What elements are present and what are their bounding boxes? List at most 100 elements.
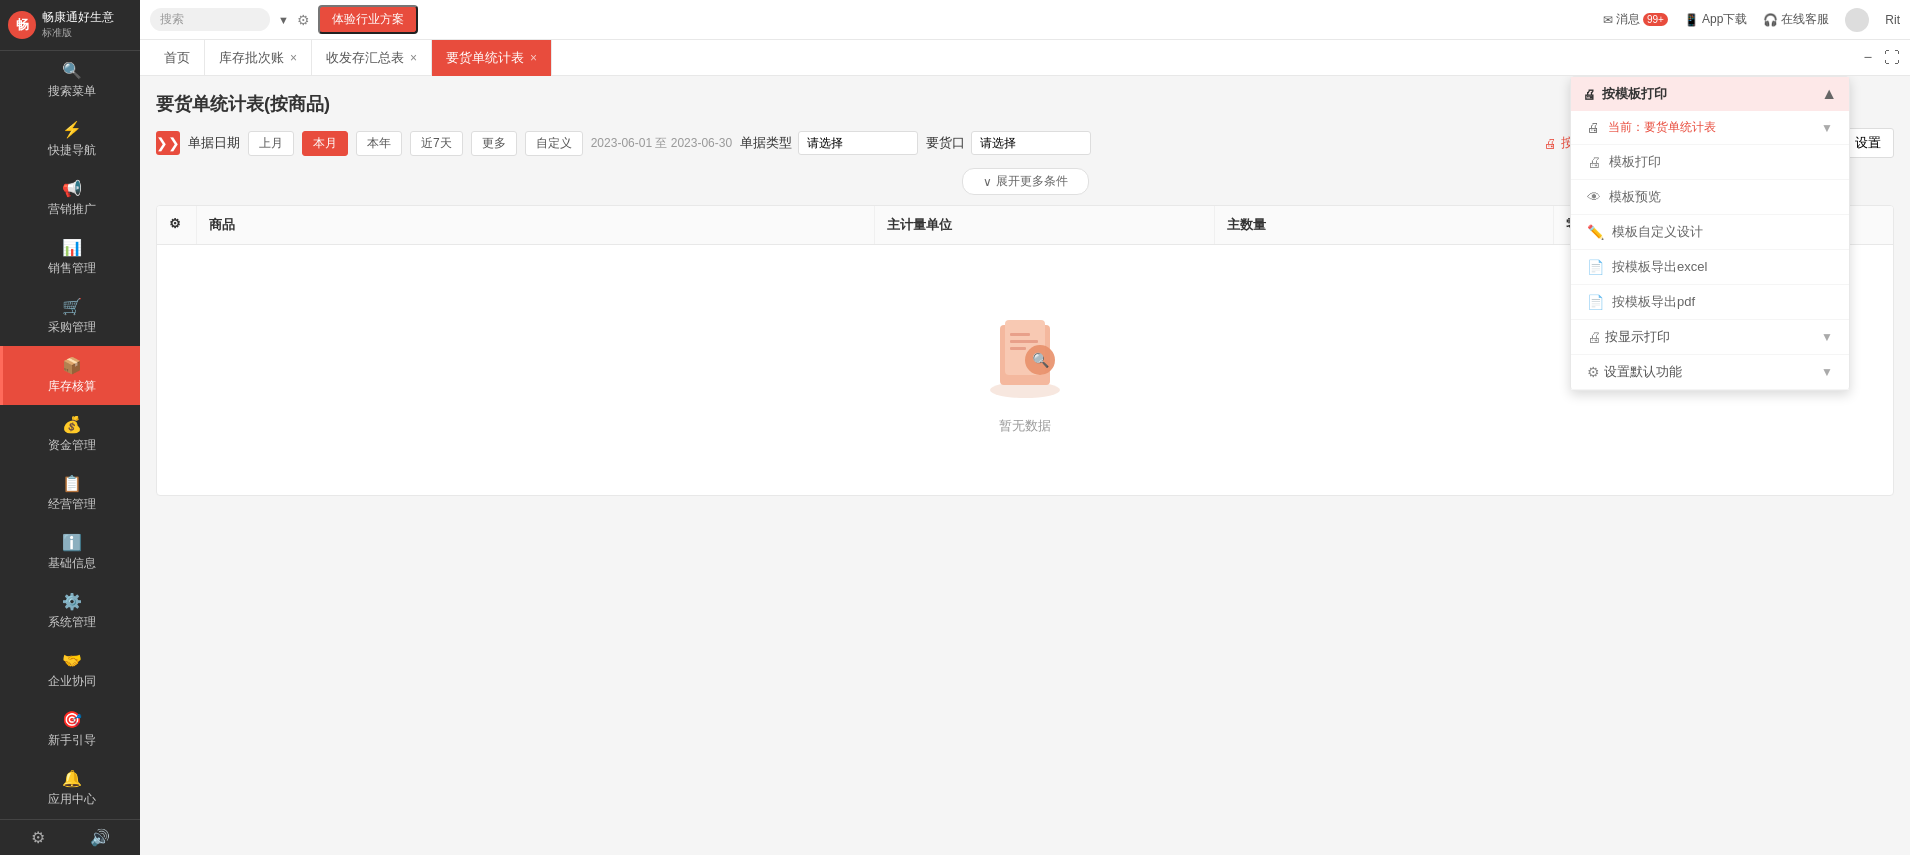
basic-icon: ℹ️: [62, 533, 82, 552]
topbar-search-display: 搜索: [150, 8, 270, 31]
tab-home[interactable]: 首页: [150, 40, 205, 76]
date-range-display: 2023-06-01 至 2023-06-30: [591, 135, 732, 152]
sales-icon: 📊: [62, 238, 82, 257]
dropdown-title: 按模板打印: [1602, 85, 1667, 103]
guide-icon: 🎯: [62, 710, 82, 729]
tab-minimize-btn[interactable]: －: [1860, 47, 1876, 68]
empty-svg: 🔍: [975, 305, 1075, 405]
filter-section: 单据日期 上月 本月 本年 近7天 更多 自定义 2023-06-01 至 20…: [188, 131, 1091, 156]
content: 要货单统计表(按商品) ❯❯ 单据日期 上月 本月 本年 近7天 更多 自定义 …: [140, 76, 1910, 855]
tab-batch-account-close[interactable]: ×: [290, 51, 297, 65]
tabbar: 首页 库存批次账 × 收发存汇总表 × 要货单统计表 × － ⛶: [140, 40, 1910, 76]
export-excel-icon: 📄: [1587, 259, 1604, 275]
expand-conditions-btn[interactable]: ∨ 展开更多条件: [962, 168, 1089, 195]
app-version: 标准版: [42, 26, 114, 40]
tab-batch-account[interactable]: 库存批次账 ×: [205, 40, 312, 76]
dropdown-template-design[interactable]: ✏️ 模板自定义设计: [1571, 215, 1849, 250]
tab-order-stats[interactable]: 要货单统计表 ×: [432, 40, 552, 76]
message-icon: ✉: [1603, 13, 1613, 27]
sidebar-item-basic[interactable]: ℹ️ 基础信息: [0, 523, 140, 582]
app-name: 畅康通好生意: [42, 10, 114, 26]
sidebar-item-marketing[interactable]: 📢 营销推广: [0, 169, 140, 228]
dropdown-template-preview[interactable]: 👁 模板预览: [1571, 180, 1849, 215]
print-dropdown-menu: 🖨 按模板打印 ▲ 🖨 当前：要货单统计表 ▼ 🖨 模板打印: [1570, 76, 1850, 391]
order-type-label: 要货口: [926, 134, 965, 152]
current-icon: 🖨: [1587, 120, 1600, 135]
col-unit: 主计量单位: [875, 206, 1214, 244]
dropdown-export-excel[interactable]: 📄 按模板导出excel: [1571, 250, 1849, 285]
topbar: 搜索 ▼ ⚙ 体验行业方案 ✉ 消息 99+ 📱 App下载 🎧 在线客服 Ri…: [140, 0, 1910, 40]
operations-icon: 📋: [62, 474, 82, 493]
tab-receipt-summary[interactable]: 收发存汇总表 ×: [312, 40, 432, 76]
template-preview-icon: 👁: [1587, 189, 1601, 205]
empty-illustration: 🔍: [975, 305, 1075, 405]
template-print-icon: 🖨: [1587, 154, 1601, 170]
dropdown-header: 🖨 按模板打印 ▲: [1571, 77, 1849, 111]
topbar-right: ✉ 消息 99+ 📱 App下载 🎧 在线客服 Rit: [1603, 8, 1900, 32]
sidebar-item-app-center[interactable]: 🔔 应用中心: [0, 759, 140, 818]
sidebar-item-finance[interactable]: 💰 资金管理: [0, 405, 140, 464]
dropdown-display-print[interactable]: 🖨 按显示打印 ▼: [1571, 320, 1849, 355]
svg-rect-5: [1010, 333, 1030, 336]
online-service-btn[interactable]: 🎧 在线客服: [1763, 11, 1829, 28]
svg-rect-6: [1010, 340, 1038, 343]
sidebar-item-search[interactable]: 🔍 搜索菜单: [0, 51, 140, 110]
date-btn-this-month[interactable]: 本月: [302, 131, 348, 156]
dropdown-default-function[interactable]: ⚙ 设置默认功能 ▼: [1571, 355, 1849, 390]
svg-text:🔍: 🔍: [1032, 352, 1050, 369]
sidebar-item-collab[interactable]: 🤝 企业协同: [0, 641, 140, 700]
user-avatar[interactable]: [1845, 8, 1869, 32]
app-download-btn[interactable]: 📱 App下载: [1684, 11, 1747, 28]
inventory-icon: 📦: [62, 356, 82, 375]
dropdown-current-item[interactable]: 🖨 当前：要货单统计表 ▼: [1571, 111, 1849, 145]
topbar-dropdown-btn[interactable]: ▼: [278, 14, 289, 26]
headset-icon: 🎧: [1763, 13, 1778, 27]
order-type-select[interactable]: 请选择: [971, 131, 1091, 155]
col-settings[interactable]: ⚙: [157, 206, 197, 244]
logo-icon: 畅: [8, 11, 36, 39]
sidebar-item-inventory[interactable]: 📦 库存核算: [0, 346, 140, 405]
purchase-icon: 🛒: [62, 297, 82, 316]
tab-receipt-summary-close[interactable]: ×: [410, 51, 417, 65]
sidebar-nav: 🔍 搜索菜单 ⚡ 快捷导航 📢 营销推广 📊 销售管理 🛒 采购管理 📦 库存核…: [0, 51, 140, 819]
dropdown-template-print[interactable]: 🖨 模板打印: [1571, 145, 1849, 180]
sidebar-item-sales[interactable]: 📊 销售管理: [0, 228, 140, 287]
type-filter-label: 单据类型: [740, 134, 792, 152]
sidebar-item-guide[interactable]: 🎯 新手引导: [0, 700, 140, 759]
finance-icon: 💰: [62, 415, 82, 434]
sidebar-item-quick-nav[interactable]: ⚡ 快捷导航: [0, 110, 140, 169]
messages-btn[interactable]: ✉ 消息 99+: [1603, 11, 1668, 28]
sidebar-item-system[interactable]: ⚙️ 系统管理: [0, 582, 140, 641]
order-type-filter: 要货口 请选择: [926, 131, 1091, 155]
trial-btn[interactable]: 体验行业方案: [318, 5, 418, 34]
tab-maximize-btn[interactable]: ⛶: [1884, 47, 1900, 68]
user-name[interactable]: Rit: [1885, 13, 1900, 27]
help-footer-btn[interactable]: 🔊: [90, 828, 110, 847]
date-btn-custom[interactable]: 自定义: [525, 131, 583, 156]
sidebar-item-operations[interactable]: 📋 经营管理: [0, 464, 140, 523]
type-filter: 单据类型 请选择: [740, 131, 918, 155]
topbar-gear-btn[interactable]: ⚙: [297, 12, 310, 28]
date-btn-more[interactable]: 更多: [471, 131, 517, 156]
type-filter-select[interactable]: 请选择: [798, 131, 918, 155]
quick-nav-icon: ⚡: [62, 120, 82, 139]
tab-order-stats-close[interactable]: ×: [530, 51, 537, 65]
default-function-arrow-icon: ▼: [1821, 365, 1833, 379]
marketing-icon: 📢: [62, 179, 82, 198]
expand-chevron-icon: ∨: [983, 175, 992, 189]
dropdown-export-pdf[interactable]: 📄 按模板导出pdf: [1571, 285, 1849, 320]
date-btn-7days[interactable]: 近7天: [410, 131, 463, 156]
template-design-icon: ✏️: [1587, 224, 1604, 240]
settings-footer-btn[interactable]: ⚙: [31, 828, 45, 847]
search-icon: 🔍: [62, 61, 82, 80]
date-btn-last-month[interactable]: 上月: [248, 131, 294, 156]
collab-icon: 🤝: [62, 651, 82, 670]
expand-toggle-btn[interactable]: ❯❯: [156, 131, 180, 155]
app-center-icon: 🔔: [62, 769, 82, 788]
export-pdf-icon: 📄: [1587, 294, 1604, 310]
dropdown-close-btn[interactable]: ▲: [1821, 85, 1837, 103]
col-quantity: 主数量: [1215, 206, 1554, 244]
sidebar-item-purchase[interactable]: 🛒 采购管理: [0, 287, 140, 346]
svg-rect-7: [1010, 347, 1026, 350]
date-btn-this-year[interactable]: 本年: [356, 131, 402, 156]
